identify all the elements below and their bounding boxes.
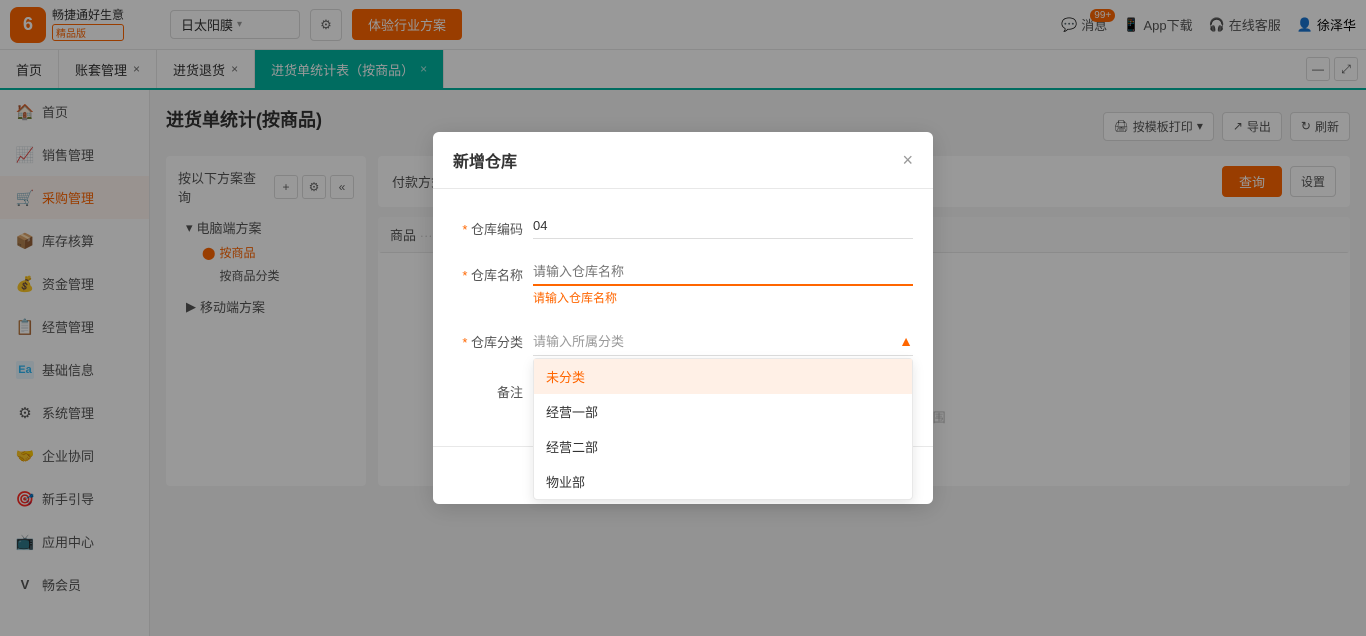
form-row-name: 仓库名称 请输入仓库名称	[453, 259, 913, 306]
dropdown-item-dept1[interactable]: 经营一部	[534, 394, 912, 429]
code-label: 仓库编码	[453, 213, 533, 238]
modal-add-warehouse: 新增仓库 × 仓库编码 仓库名称 请输入仓库名称 仓库分类	[433, 132, 933, 504]
name-label: 仓库名称	[453, 259, 533, 284]
code-field-wrap	[533, 213, 913, 239]
name-field-wrap: 请输入仓库名称	[533, 259, 913, 306]
category-select[interactable]: 请输入所属分类 ▲	[533, 326, 913, 356]
category-dropdown-list: 未分类 经营一部 经营二部 物业部	[533, 358, 913, 500]
category-placeholder: 请输入所属分类	[533, 331, 624, 350]
warehouse-name-input[interactable]	[533, 259, 913, 286]
name-error-msg: 请输入仓库名称	[533, 289, 913, 306]
modal-header: 新增仓库 ×	[433, 132, 933, 189]
form-row-category: 仓库分类 请输入所属分类 ▲ 未分类 经营一部 经营二部 物业部	[453, 326, 913, 356]
category-field-wrap[interactable]: 请输入所属分类 ▲ 未分类 经营一部 经营二部 物业部	[533, 326, 913, 356]
dropdown-item-property[interactable]: 物业部	[534, 464, 912, 499]
warehouse-code-input[interactable]	[533, 213, 913, 239]
modal-title: 新增仓库	[453, 148, 517, 172]
modal-body: 仓库编码 仓库名称 请输入仓库名称 仓库分类 请输入所属分类	[433, 189, 933, 446]
dropdown-item-dept2[interactable]: 经营二部	[534, 429, 912, 464]
modal-close-button[interactable]: ×	[902, 150, 913, 171]
modal-overlay: 新增仓库 × 仓库编码 仓库名称 请输入仓库名称 仓库分类	[0, 0, 1366, 636]
category-label: 仓库分类	[453, 326, 533, 351]
form-row-code: 仓库编码	[453, 213, 913, 239]
note-label: 备注	[453, 376, 533, 401]
chevron-up-icon: ▲	[899, 333, 913, 349]
dropdown-item-uncategorized[interactable]: 未分类	[534, 359, 912, 394]
